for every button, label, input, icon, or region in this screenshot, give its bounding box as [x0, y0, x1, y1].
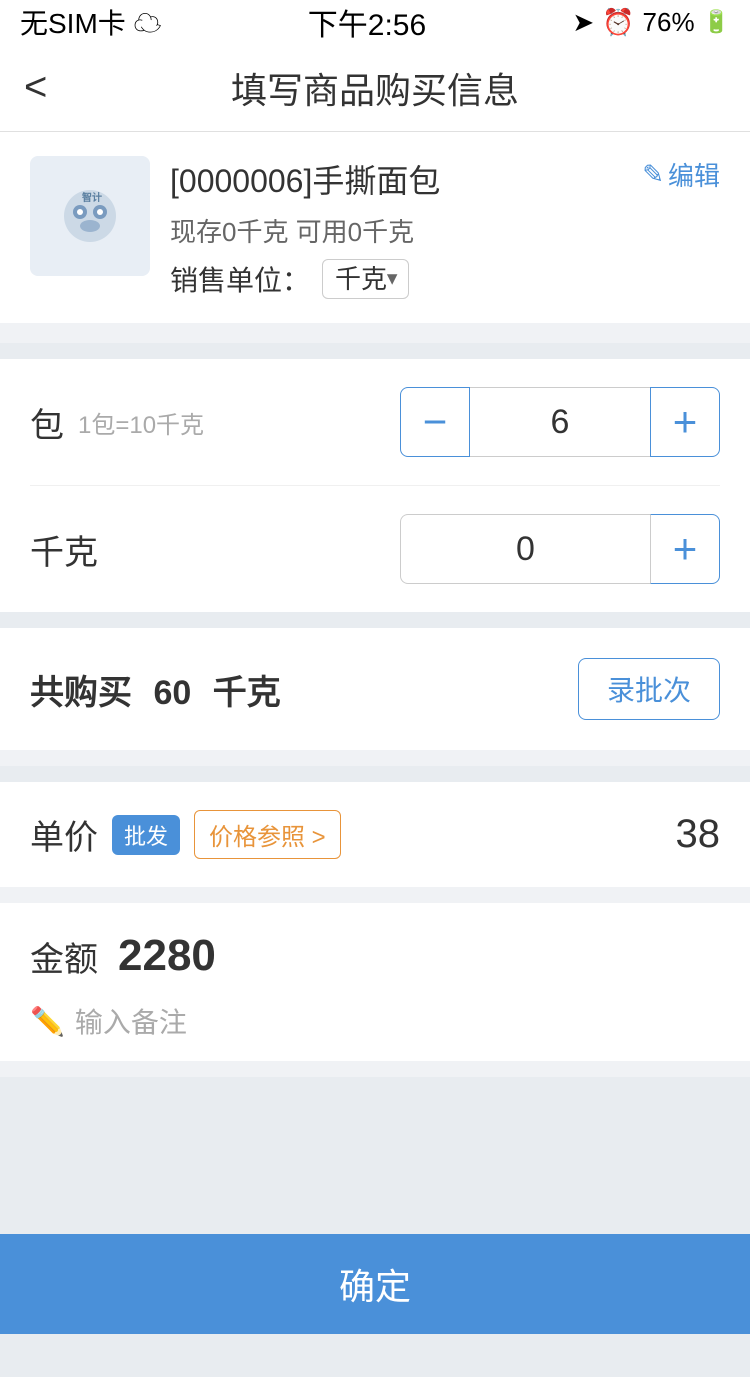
battery-icon: 🔋: [703, 9, 730, 35]
unit-label: 销售单位：: [170, 259, 310, 299]
edit-icon: ✎: [642, 159, 664, 190]
price-ref-button[interactable]: 价格参照 >: [194, 810, 341, 859]
bag-label: 包 1包=10千克: [30, 398, 204, 447]
amount-section: 金额 2280 ✏️ 输入备注: [0, 903, 750, 1061]
bag-hint: 1包=10千克: [78, 405, 204, 440]
product-card: 智计 [0000006]手撕面包 ✎ 编辑 现存0千克 可用0千克 销售单位： …: [0, 132, 750, 323]
confirm-button[interactable]: 确定: [0, 1234, 750, 1334]
bag-plus-button[interactable]: +: [650, 387, 720, 457]
price-left: 单价 批发 价格参照 >: [30, 810, 341, 859]
input-section: 包 1包=10千克 − + 千克 +: [0, 359, 750, 612]
page-title: 填写商品购买信息: [231, 62, 519, 114]
batch-button[interactable]: 录批次: [578, 658, 720, 720]
amount-value: 2280: [118, 931, 216, 981]
total-quantity: 60: [153, 674, 191, 712]
note-icon: ✏️: [30, 1005, 65, 1038]
kg-qty-input[interactable]: [400, 514, 650, 584]
alarm-icon: ⏰: [602, 7, 634, 38]
separator-3: [0, 766, 750, 782]
price-value: 38: [676, 812, 721, 857]
price-type-tag: 批发: [112, 815, 180, 855]
separator-1: [0, 343, 750, 359]
kg-qty-control: +: [400, 514, 720, 584]
location-icon: ➤: [572, 7, 594, 38]
bag-qty-input[interactable]: [470, 387, 650, 457]
separator-2: [0, 612, 750, 628]
price-section: 单价 批发 价格参照 > 38: [0, 782, 750, 887]
kg-plus-button[interactable]: +: [650, 514, 720, 584]
product-unit-row: 销售单位： 千克 包: [170, 259, 720, 299]
kg-input-row: 千克 +: [30, 486, 720, 612]
bag-input-row: 包 1包=10千克 − +: [30, 359, 720, 486]
sim-label: 无SIM卡 ☁: [20, 2, 162, 42]
price-label: 单价: [30, 810, 98, 859]
product-thumbnail: 智计: [30, 156, 150, 276]
total-section: 共购买 60 千克 录批次: [0, 628, 750, 750]
note-label: 输入备注: [75, 1001, 187, 1041]
kg-label: 千克: [30, 525, 98, 574]
product-info: [0000006]手撕面包 ✎ 编辑 现存0千克 可用0千克 销售单位： 千克 …: [170, 156, 720, 299]
total-text: 共购买 60 千克: [30, 665, 281, 714]
product-name: [0000006]手撕面包: [170, 156, 440, 202]
note-row[interactable]: ✏️ 输入备注: [30, 1001, 720, 1041]
svg-text:智计: 智计: [82, 191, 102, 204]
battery-label: 76%: [643, 7, 695, 38]
unit-select-wrap[interactable]: 千克 包: [322, 259, 409, 299]
product-logo-icon: 智计: [60, 186, 120, 246]
edit-button[interactable]: ✎ 编辑: [642, 156, 720, 193]
nav-bar: < 填写商品购买信息: [0, 44, 750, 132]
unit-select[interactable]: 千克 包: [322, 259, 409, 299]
status-time: 下午2:56: [308, 0, 426, 44]
status-left: 无SIM卡 ☁: [20, 2, 162, 42]
product-stock: 现存0千克 可用0千克: [170, 212, 720, 249]
back-button[interactable]: <: [24, 65, 47, 110]
amount-label: 金额: [30, 932, 98, 981]
bag-qty-control: − +: [400, 387, 720, 457]
amount-row: 金额 2280: [30, 931, 720, 981]
bag-minus-button[interactable]: −: [400, 387, 470, 457]
status-bar: 无SIM卡 ☁ 下午2:56 ➤ ⏰ 76% 🔋: [0, 0, 750, 44]
status-right: ➤ ⏰ 76% 🔋: [572, 7, 730, 38]
